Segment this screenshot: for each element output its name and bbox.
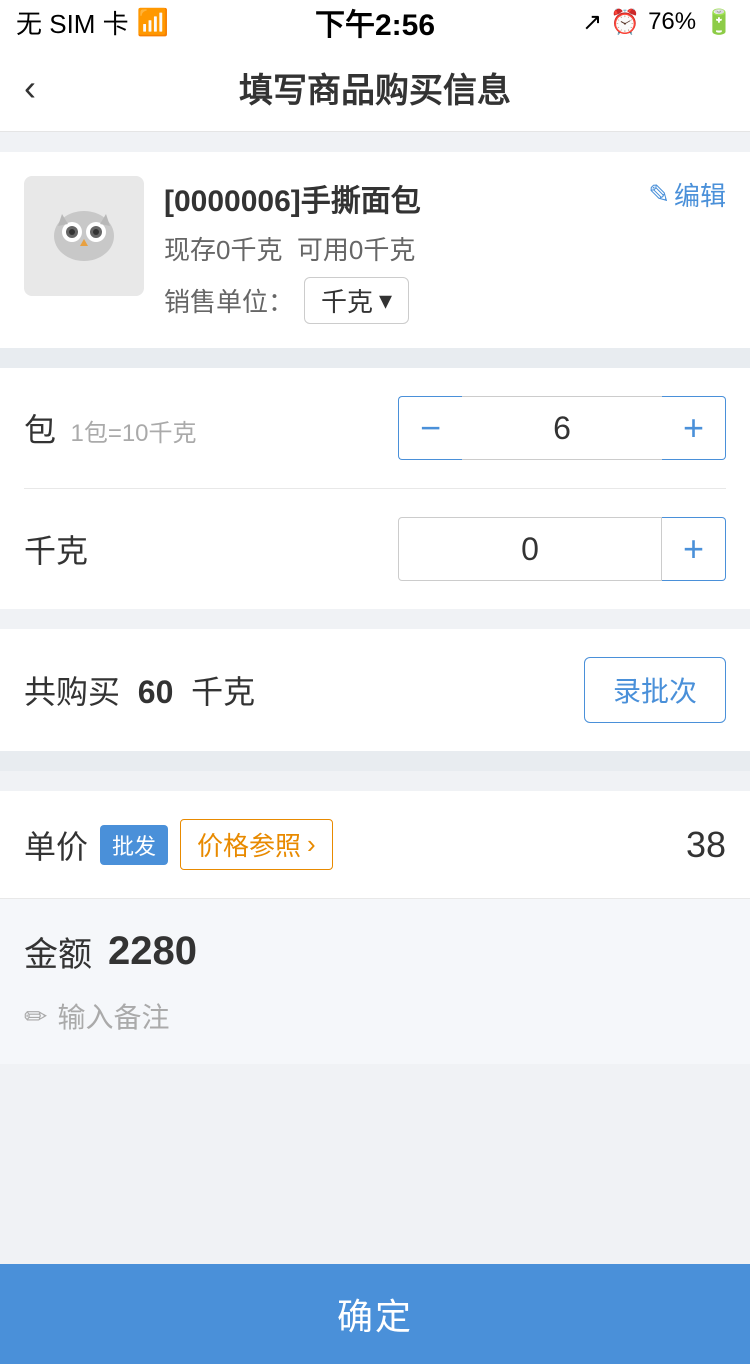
amount-value: 2280 bbox=[108, 929, 197, 974]
unit-label: 销售单位： bbox=[164, 282, 294, 319]
note-placeholder: 输入备注 bbox=[57, 996, 169, 1036]
amount-row: 金额 2280 bbox=[24, 927, 726, 976]
location-icon: ↗ bbox=[582, 8, 602, 37]
alarm-icon: ⏰ bbox=[610, 8, 640, 37]
status-right: ↗ ⏰ 76% 🔋 bbox=[582, 8, 734, 37]
price-value: 38 bbox=[686, 824, 726, 866]
product-unit-row: 销售单位： 千克 ▾ bbox=[164, 277, 726, 324]
spacer bbox=[0, 1064, 750, 1264]
product-stock: 现存0千克 可用0千克 bbox=[164, 230, 726, 267]
unit-select[interactable]: 千克 ▾ bbox=[304, 277, 409, 324]
battery-text: 76% bbox=[648, 8, 696, 36]
carrier-text: 无 SIM 卡 bbox=[16, 4, 129, 41]
edit-icon: ✎ bbox=[648, 179, 670, 210]
product-name-row: [0000006]手撕面包 ✎ 编辑 bbox=[164, 176, 726, 220]
product-card: [0000006]手撕面包 ✎ 编辑 现存0千克 可用0千克 销售单位： 千克 … bbox=[0, 152, 750, 348]
amount-section: 金额 2280 ✏ 输入备注 bbox=[0, 898, 750, 1064]
chevron-right-icon: › bbox=[307, 829, 316, 860]
price-left: 单价 批发 价格参照 › bbox=[24, 819, 333, 870]
confirm-button[interactable]: 确定 bbox=[24, 1288, 726, 1340]
bao-decrement-button[interactable]: − bbox=[398, 396, 462, 460]
quantity-section: 包 1包=10千克 − + 千克 + bbox=[0, 368, 750, 609]
amount-label: 金额 bbox=[24, 927, 92, 976]
status-left: 无 SIM 卡 📶 bbox=[16, 4, 169, 41]
wifi-icon: 📶 bbox=[137, 7, 169, 38]
bao-quantity-row: 包 1包=10千克 − + bbox=[24, 368, 726, 489]
product-info: [0000006]手撕面包 ✎ 编辑 现存0千克 可用0千克 销售单位： 千克 … bbox=[164, 176, 726, 324]
divider-2 bbox=[0, 751, 750, 771]
chevron-down-icon: ▾ bbox=[379, 285, 392, 316]
product-image bbox=[24, 176, 144, 296]
owl-logo-icon bbox=[44, 206, 124, 266]
status-bar: 无 SIM 卡 📶 下午2:56 ↗ ⏰ 76% 🔋 bbox=[0, 0, 750, 44]
bao-quantity-control: − + bbox=[398, 396, 726, 460]
back-button[interactable]: ‹ bbox=[24, 67, 36, 109]
total-text: 共购买 60 千克 bbox=[24, 667, 255, 713]
product-name: [0000006]手撕面包 bbox=[164, 176, 421, 220]
price-reference-button[interactable]: 价格参照 › bbox=[180, 819, 333, 870]
battery-icon: 🔋 bbox=[704, 8, 734, 37]
pencil-icon: ✏ bbox=[24, 1000, 47, 1033]
qianke-increment-button[interactable]: + bbox=[662, 517, 726, 581]
page-title: 填写商品购买信息 bbox=[239, 63, 511, 112]
price-label: 单价 bbox=[24, 822, 88, 868]
price-section: 单价 批发 价格参照 › 38 bbox=[0, 791, 750, 898]
bao-label: 包 bbox=[24, 412, 56, 448]
divider-1 bbox=[0, 348, 750, 368]
price-type-tag: 批发 bbox=[100, 825, 168, 865]
edit-button[interactable]: ✎ 编辑 bbox=[648, 176, 726, 213]
qianke-label: 千克 bbox=[24, 533, 88, 569]
record-batch-button[interactable]: 录批次 bbox=[584, 657, 726, 723]
confirm-button-container: 确定 bbox=[0, 1264, 750, 1364]
qianke-quantity-control: + bbox=[398, 517, 726, 581]
status-time: 下午2:56 bbox=[315, 0, 435, 44]
qianke-quantity-row: 千克 + bbox=[24, 489, 726, 609]
bao-label-group: 包 1包=10千克 bbox=[24, 405, 197, 451]
qianke-label-group: 千克 bbox=[24, 526, 88, 572]
bao-increment-button[interactable]: + bbox=[662, 396, 726, 460]
note-row[interactable]: ✏ 输入备注 bbox=[24, 996, 726, 1036]
total-amount: 60 bbox=[138, 674, 174, 710]
bao-quantity-input[interactable] bbox=[462, 396, 662, 460]
total-section: 共购买 60 千克 录批次 bbox=[0, 629, 750, 751]
bao-hint: 1包=10千克 bbox=[70, 420, 196, 447]
nav-bar: ‹ 填写商品购买信息 bbox=[0, 44, 750, 132]
qianke-quantity-input[interactable] bbox=[398, 517, 662, 581]
